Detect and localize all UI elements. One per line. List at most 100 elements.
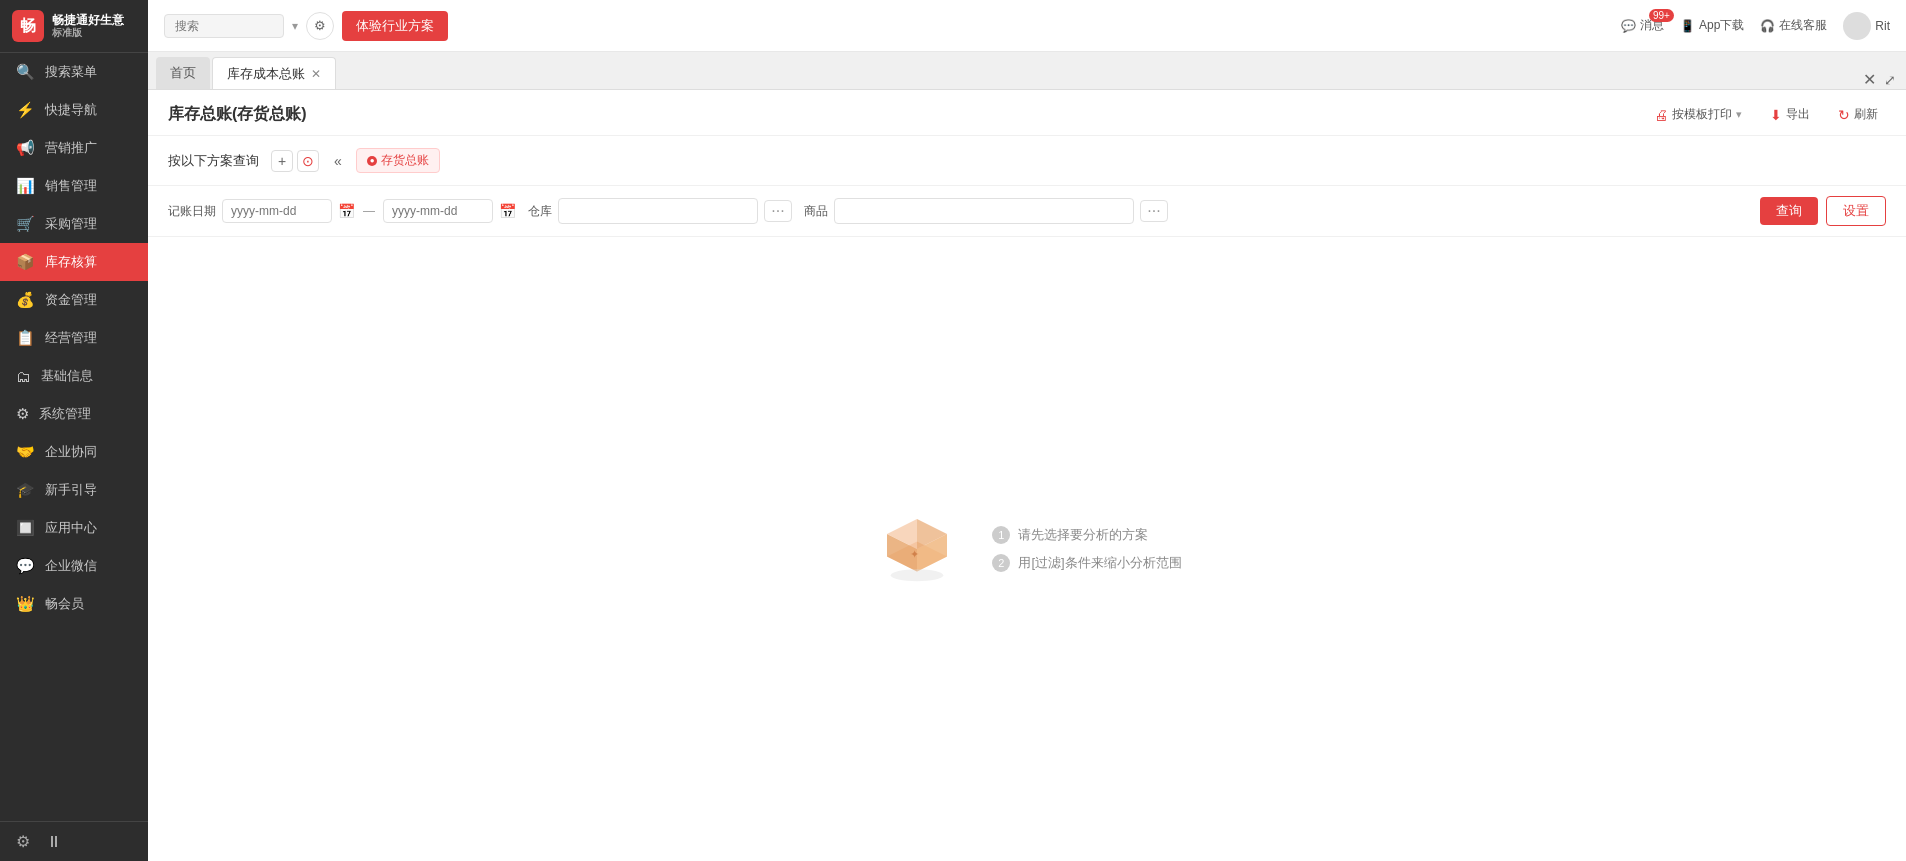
sidebar-item-system[interactable]: ⚙ 系统管理 xyxy=(0,395,148,433)
sidebar-item-sales[interactable]: 📊 销售管理 xyxy=(0,167,148,205)
query-button[interactable]: 查询 xyxy=(1760,197,1818,225)
sidebar-item-quick-nav[interactable]: ⚡ 快捷导航 xyxy=(0,91,148,129)
filter-scheme-item[interactable]: ● 存货总账 xyxy=(356,148,440,173)
system-icon: ⚙ xyxy=(16,405,29,423)
logo-icon: 畅 xyxy=(12,10,44,42)
sidebar-item-operations[interactable]: 📋 经营管理 xyxy=(0,319,148,357)
goods-more-button[interactable]: ··· xyxy=(1140,200,1168,222)
sidebar-item-marketing[interactable]: 📢 营销推广 xyxy=(0,129,148,167)
sidebar-label-inventory: 库存核算 xyxy=(45,253,97,271)
sidebar-item-finance[interactable]: 💰 资金管理 xyxy=(0,281,148,319)
basic-info-icon: 🗂 xyxy=(16,368,31,385)
date-to-input[interactable] xyxy=(383,199,493,223)
sidebar-label-basic-info: 基础信息 xyxy=(41,367,93,385)
warehouse-field: 仓库 ··· xyxy=(528,198,792,224)
filter-add-button[interactable]: + xyxy=(271,150,293,172)
sidebar-item-search-menu[interactable]: 🔍 搜索菜单 xyxy=(0,53,148,91)
sidebar-item-basic-info[interactable]: 🗂 基础信息 xyxy=(0,357,148,395)
sidebar-item-purchase[interactable]: 🛒 采购管理 xyxy=(0,205,148,243)
app-download-button[interactable]: 📱 App下载 xyxy=(1680,17,1744,34)
message-badge: 99+ xyxy=(1649,9,1674,22)
sidebar-item-enterprise[interactable]: 🤝 企业协同 xyxy=(0,433,148,471)
date-from-input[interactable] xyxy=(222,199,332,223)
tab-home-label: 首页 xyxy=(170,64,196,82)
export-label: 导出 xyxy=(1786,106,1810,123)
sidebar-label-enterprise: 企业协同 xyxy=(45,443,97,461)
sidebar-label-app-center: 应用中心 xyxy=(45,519,97,537)
phone-icon: 📱 xyxy=(1680,19,1695,33)
tab-close-icon[interactable]: ✕ xyxy=(311,67,321,81)
date-label: 记账日期 xyxy=(168,203,216,220)
step-1-label: 请先选择要分析的方案 xyxy=(1018,526,1148,544)
filter-edit-button[interactable]: ⊙ xyxy=(297,150,319,172)
page-header: 库存总账(存货总账) 🖨 按模板打印 ▾ ⬇ 导出 ↻ 刷新 xyxy=(148,90,1906,136)
date-field: 记账日期 📅 — 📅 xyxy=(168,199,516,223)
calendar-to-icon[interactable]: 📅 xyxy=(499,203,516,219)
user-menu[interactable]: Rit xyxy=(1843,12,1890,40)
sidebar-item-wechat[interactable]: 💬 企业微信 xyxy=(0,547,148,585)
sidebar-item-app-center[interactable]: 🔲 应用中心 xyxy=(0,509,148,547)
scheme-name: 存货总账 xyxy=(381,152,429,169)
app-name: 畅捷通好生意 xyxy=(52,13,124,27)
enterprise-icon: 🤝 xyxy=(16,443,35,461)
empty-step-1: 1 请先选择要分析的方案 xyxy=(992,526,1181,544)
print-button[interactable]: 🖨 按模板打印 ▾ xyxy=(1646,102,1750,127)
gear-icon[interactable]: ⚙ xyxy=(306,12,334,40)
search-menu-icon: 🔍 xyxy=(16,63,35,81)
sidebar-label-marketing: 营销推广 xyxy=(45,139,97,157)
warehouse-more-button[interactable]: ··· xyxy=(764,200,792,222)
empty-illustration: ✦ xyxy=(872,504,962,594)
settings-button[interactable]: 设置 xyxy=(1826,196,1886,226)
sidebar-item-inventory[interactable]: 📦 库存核算 xyxy=(0,243,148,281)
step-1-num: 1 xyxy=(992,526,1010,544)
date-separator: — xyxy=(363,204,375,218)
headset-icon: 🎧 xyxy=(1760,19,1775,33)
app-download-label: App下载 xyxy=(1699,17,1744,34)
print-chevron-icon[interactable]: ▾ xyxy=(1736,108,1742,121)
trial-button[interactable]: 体验行业方案 xyxy=(342,11,448,41)
goods-select[interactable] xyxy=(834,198,1134,224)
sidebar-label-purchase: 采购管理 xyxy=(45,215,97,233)
app-center-icon: 🔲 xyxy=(16,519,35,537)
sidebar-label-member: 畅会员 xyxy=(45,595,84,613)
avatar xyxy=(1843,12,1871,40)
quick-nav-icon: ⚡ xyxy=(16,101,35,119)
sidebar-label-guide: 新手引导 xyxy=(45,481,97,499)
refresh-label: 刷新 xyxy=(1854,106,1878,123)
refresh-button[interactable]: ↻ 刷新 xyxy=(1830,102,1886,127)
warehouse-select[interactable] xyxy=(558,198,758,224)
calendar-from-icon[interactable]: 📅 xyxy=(338,203,355,219)
guide-icon: 🎓 xyxy=(16,481,35,499)
scheme-dot-icon: ● xyxy=(367,156,377,166)
svg-point-6 xyxy=(891,569,944,581)
empty-text: 1 请先选择要分析的方案 2 用[过滤]条件来缩小分析范围 xyxy=(992,526,1181,572)
settings-bottom-icon[interactable]: ⚙ xyxy=(16,832,30,851)
topbar-search-input[interactable] xyxy=(164,14,284,38)
sidebar-label-finance: 资金管理 xyxy=(45,291,97,309)
online-service-button[interactable]: 🎧 在线客服 xyxy=(1760,17,1827,34)
member-icon: 👑 xyxy=(16,595,35,613)
sidebar-item-member[interactable]: 👑 畅会员 xyxy=(0,585,148,623)
search-row: 记账日期 📅 — 📅 仓库 ··· 商品 ··· 查询 设置 xyxy=(148,186,1906,237)
tabbar: 首页 库存成本总账 ✕ ✕ ⤢ xyxy=(148,52,1906,90)
tab-home[interactable]: 首页 xyxy=(156,57,210,89)
chevron-down-icon[interactable]: ▾ xyxy=(292,19,298,33)
sidebar-label-operations: 经营管理 xyxy=(45,329,97,347)
filter-collapse-button[interactable]: « xyxy=(327,150,349,172)
sidebar-label-sales: 销售管理 xyxy=(45,177,97,195)
tab-close-window-icon[interactable]: ✕ xyxy=(1863,70,1876,89)
print-icon: 🖨 xyxy=(1654,107,1668,123)
sidebar-label-quick-nav: 快捷导航 xyxy=(45,101,97,119)
message-icon: 💬 xyxy=(1621,19,1636,33)
message-button[interactable]: 💬 消息 99+ xyxy=(1621,17,1664,34)
online-service-label: 在线客服 xyxy=(1779,17,1827,34)
operations-icon: 📋 xyxy=(16,329,35,347)
page-title: 库存总账(存货总账) xyxy=(168,104,307,125)
sidebar-item-guide[interactable]: 🎓 新手引导 xyxy=(0,471,148,509)
audio-bottom-icon[interactable]: ⏸ xyxy=(46,833,62,851)
print-label: 按模板打印 xyxy=(1672,106,1732,123)
tab-expand-icon[interactable]: ⤢ xyxy=(1884,72,1896,88)
export-button[interactable]: ⬇ 导出 xyxy=(1762,102,1818,127)
tab-inventory-cost-label: 库存成本总账 xyxy=(227,65,305,83)
tab-inventory-cost[interactable]: 库存成本总账 ✕ xyxy=(212,57,336,89)
